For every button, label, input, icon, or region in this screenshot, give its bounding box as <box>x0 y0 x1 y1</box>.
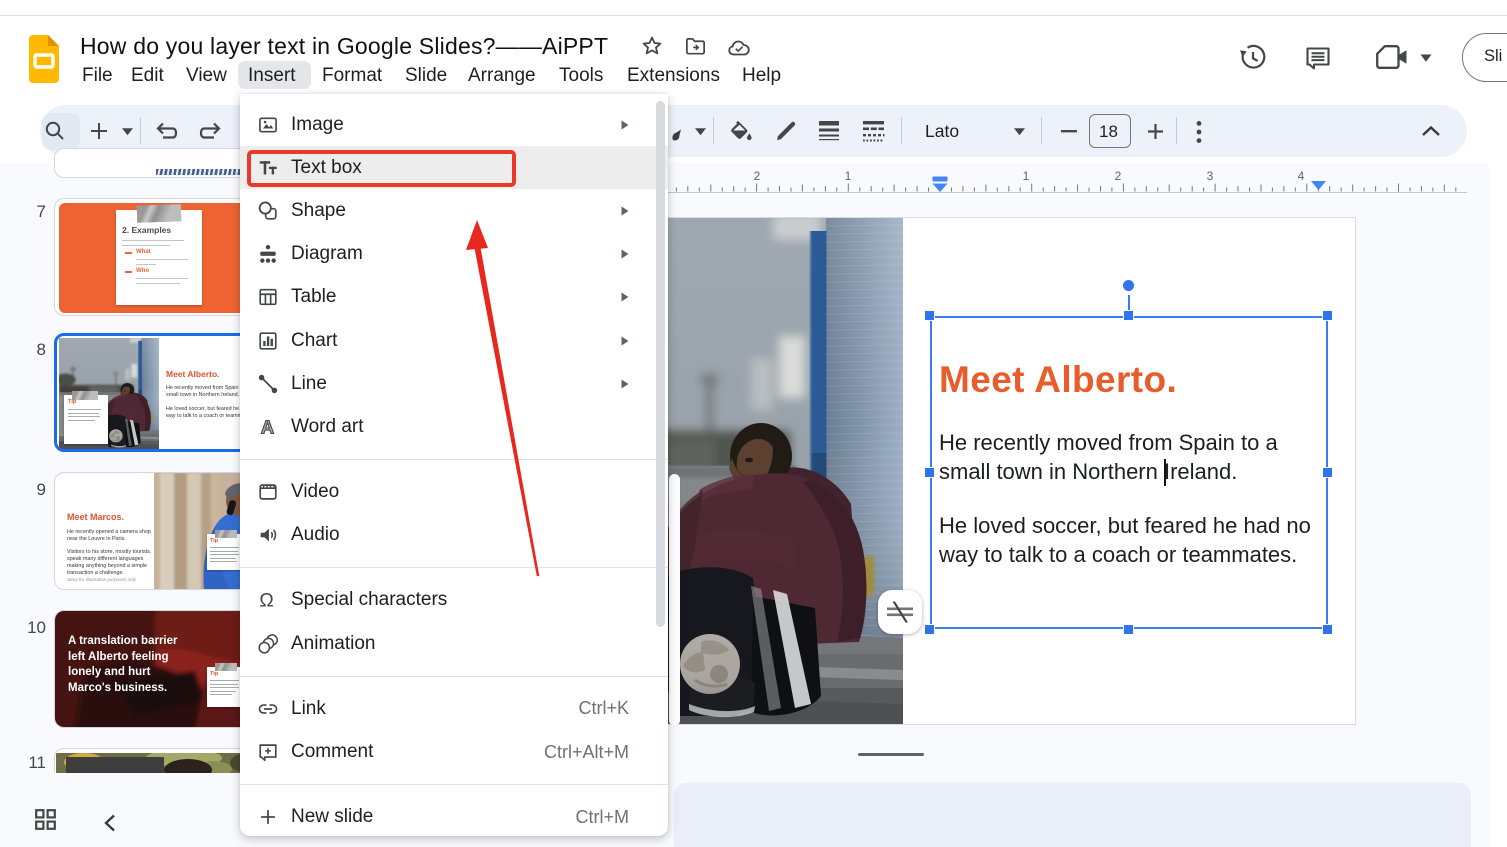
svg-text:1: 1 <box>845 169 852 183</box>
svg-text:Ω: Ω <box>259 591 273 611</box>
svg-text:A: A <box>261 416 274 437</box>
svg-text:1: 1 <box>1023 169 1030 183</box>
svg-text:3: 3 <box>1207 169 1214 183</box>
svg-text:2: 2 <box>1115 169 1122 183</box>
svg-text:4: 4 <box>1298 169 1305 183</box>
svg-text:2: 2 <box>754 169 761 183</box>
